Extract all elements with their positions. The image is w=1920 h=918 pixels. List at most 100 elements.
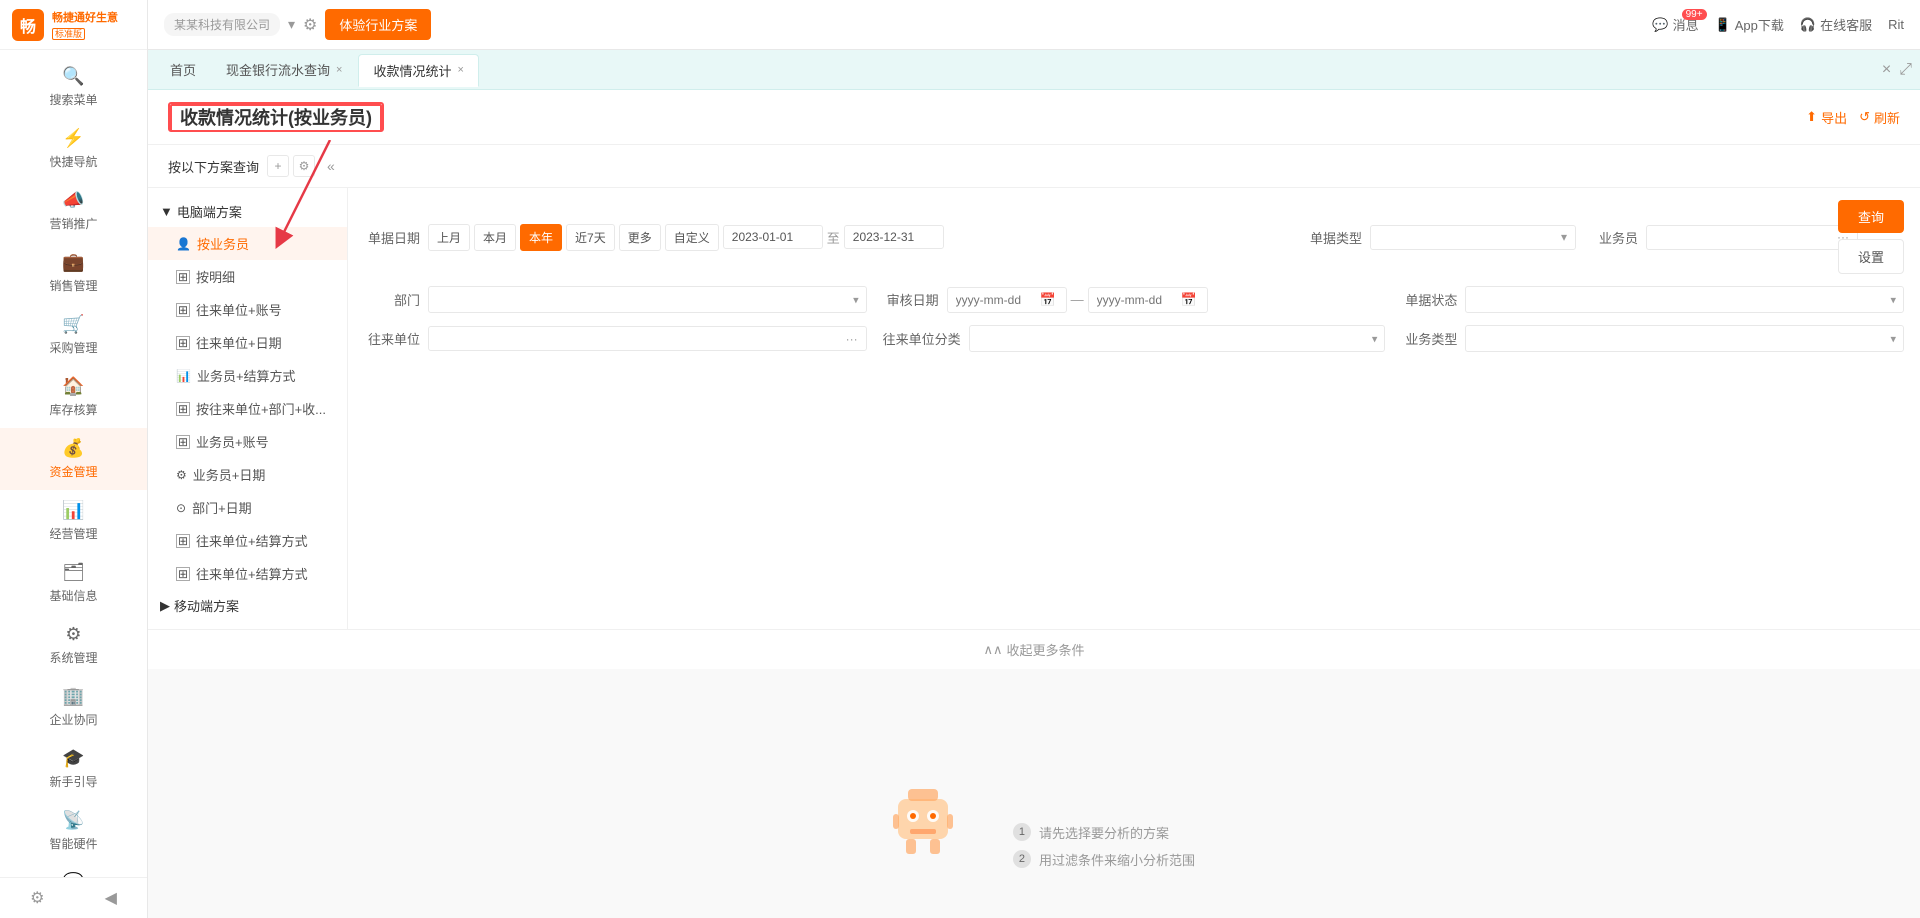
bill-type-text[interactable] [1379, 230, 1555, 245]
scheme-item-staff-settle[interactable]: 📊 业务员+结算方式 [148, 359, 347, 392]
scheme-item-staff-account[interactable]: ⊞ 业务员+账号 [148, 425, 347, 458]
bill-status-select[interactable] [1465, 286, 1904, 313]
scheme-item-partner-settle2[interactable]: ⊞ 往来单位+结算方式 [148, 557, 347, 590]
app-icon: 📱 [1715, 17, 1731, 33]
sidebar-item-corp[interactable]: 🏢 企业协同 [0, 676, 147, 738]
window-maximize-btn[interactable]: ⤢ [1899, 61, 1912, 79]
date-btn-7days[interactable]: 近7天 [566, 224, 615, 251]
date-btn-custom[interactable]: 自定义 [665, 224, 719, 251]
sidebar-item-finance[interactable]: 💰 资金管理 [0, 428, 147, 490]
marketing-icon: 📣 [62, 190, 84, 211]
bank-flow-tab-label: 现金银行流水查询 [226, 60, 330, 79]
scheme-item-by-staff[interactable]: 👤 按业务员 [148, 227, 347, 260]
scheme-item-by-detail[interactable]: ⊞ 按明细 [148, 260, 347, 293]
sidebar-item-label: 销售管理 [49, 277, 97, 294]
sidebar-item-hardware[interactable]: 📡 智能硬件 [0, 800, 147, 862]
sidebar-item-guide[interactable]: 🎓 新手引导 [0, 738, 147, 800]
collection-tab-close[interactable]: × [457, 64, 463, 76]
empty-state-container: 1 请先选择要分析的方案 2 用过滤条件来缩小分析范围 [148, 669, 1920, 918]
app-download-button[interactable]: 📱 App下载 [1715, 15, 1784, 34]
settings-button[interactable]: 设置 [1838, 239, 1904, 274]
scheme-item-dept-date[interactable]: ⊙ 部门+日期 [148, 491, 347, 524]
date-to-input[interactable] [844, 225, 944, 249]
bill-type-input[interactable]: ▾ [1370, 225, 1576, 250]
date-btn-more[interactable]: 更多 [619, 224, 661, 251]
user-icon: 👤 [176, 237, 191, 251]
bill-type-more-icon[interactable]: ▾ [1561, 230, 1567, 244]
table-icon-5: ⊞ [176, 435, 190, 449]
export-icon: ⬆ [1806, 109, 1817, 125]
window-close-btn[interactable]: × [1882, 61, 1891, 79]
sidebar-item-search[interactable]: 🔍 搜索菜单 [0, 56, 147, 118]
scheme-settings-btn[interactable]: ⚙ [293, 155, 315, 177]
service-button[interactable]: 🎧 在线客服 [1800, 15, 1872, 34]
sidebar-item-operation[interactable]: 📊 经营管理 [0, 490, 147, 552]
header-settings-icon[interactable]: ⚙ [303, 15, 317, 35]
partner-input[interactable]: ··· [428, 326, 867, 351]
audit-to-input[interactable]: 📅 [1088, 287, 1208, 313]
page-title: 收款情况统计(按业务员) [170, 104, 382, 132]
audit-to-text[interactable] [1097, 293, 1177, 307]
sidebar-item-sales[interactable]: 💼 销售管理 [0, 242, 147, 304]
scheme-item-partner-date[interactable]: ⊞ 往来单位+日期 [148, 326, 347, 359]
staff-input[interactable]: ··· [1646, 225, 1858, 250]
header-dropdown-icon[interactable]: ▾ [288, 16, 295, 33]
scheme-item-partner-account[interactable]: ⊞ 往来单位+账号 [148, 293, 347, 326]
refresh-button[interactable]: ↺ 刷新 [1859, 108, 1900, 127]
collection-tab-label: 收款情况统计 [373, 61, 451, 80]
tab-home[interactable]: 首页 [156, 54, 210, 85]
audit-date-group: 📅 — 📅 [947, 287, 1208, 313]
filter-collapse-btn[interactable]: « [327, 158, 335, 174]
bank-flow-tab-close[interactable]: × [336, 64, 342, 76]
sidebar-item-system[interactable]: ⚙ 系统管理 [0, 614, 147, 676]
tab-collection[interactable]: 收款情况统计 × [358, 54, 478, 87]
quick-nav-icon: ⚡ [62, 128, 84, 149]
biz-type-label: 业务类型 [1401, 329, 1457, 348]
scheme-item-label: 往来单位+结算方式 [196, 531, 308, 550]
scheme-item-label: 业务员+日期 [193, 465, 266, 484]
scheme-item-staff-date[interactable]: ⚙ 业务员+日期 [148, 458, 347, 491]
query-button[interactable]: 查询 [1838, 200, 1904, 233]
biz-type-select[interactable] [1465, 325, 1904, 352]
sidebar-collapse-btn[interactable]: ◀ [105, 888, 117, 908]
tab-bank-flow[interactable]: 现金银行流水查询 × [212, 54, 356, 85]
header-left: 某某科技有限公司 ▾ ⚙ 体验行业方案 [164, 9, 431, 40]
date-btn-this-year[interactable]: 本年 [520, 224, 562, 251]
staff-text[interactable] [1655, 230, 1831, 245]
sidebar-item-marketing[interactable]: 📣 营销推广 [0, 180, 147, 242]
audit-from-input[interactable]: 📅 [947, 287, 1067, 313]
breadcrumb[interactable]: 某某科技有限公司 [164, 13, 280, 36]
trial-button[interactable]: 体验行业方案 [325, 9, 431, 40]
scheme-item-partner-dept[interactable]: ⊞ 按往来单位+部门+收... [148, 392, 347, 425]
tip-text-1: 请先选择要分析的方案 [1039, 823, 1169, 842]
sidebar-settings-btn[interactable]: ⚙ [30, 888, 44, 908]
audit-from-text[interactable] [956, 293, 1036, 307]
user-button[interactable]: Rit [1888, 17, 1904, 32]
sidebar-item-quick-nav[interactable]: ⚡ 快捷导航 [0, 118, 147, 180]
partner-text[interactable] [437, 331, 840, 346]
tip-num-1: 1 [1013, 823, 1031, 841]
date-btn-last-month[interactable]: 上月 [428, 224, 470, 251]
scheme-item-label: 按明细 [196, 267, 235, 286]
scheme-group-header-desktop[interactable]: ▼ 电脑端方案 [148, 196, 347, 227]
collapse-bar[interactable]: ∧∧ 收起更多条件 [148, 629, 1920, 669]
sidebar-item-purchase[interactable]: 🛒 采购管理 [0, 304, 147, 366]
partner-more-icon[interactable]: ··· [846, 332, 858, 346]
partner-category-select[interactable] [969, 325, 1386, 352]
scheme-item-label: 往来单位+日期 [196, 333, 282, 352]
sidebar-item-inventory[interactable]: 🏠 库存核算 [0, 366, 147, 428]
filter-actions: + ⚙ [267, 155, 315, 177]
sidebar-item-wechat[interactable]: 💬 企业微信 [0, 862, 147, 877]
bill-status-field: 单据状态 [1401, 286, 1904, 313]
date-btn-this-month[interactable]: 本月 [474, 224, 516, 251]
sidebar-item-basic[interactable]: 🗂 基础信息 [0, 552, 147, 614]
empty-state-content: 1 请先选择要分析的方案 2 用过滤条件来缩小分析范围 [873, 769, 1195, 869]
search-menu-icon: 🔍 [62, 66, 84, 87]
export-button[interactable]: ⬆ 导出 [1806, 108, 1847, 127]
scheme-item-partner-settle1[interactable]: ⊞ 往来单位+结算方式 [148, 524, 347, 557]
message-button[interactable]: 💬 消息 99+ [1652, 15, 1698, 34]
add-scheme-btn[interactable]: + [267, 155, 289, 177]
date-from-input[interactable] [723, 225, 823, 249]
scheme-group-header-mobile[interactable]: ▶ 移动端方案 [148, 590, 347, 621]
dept-select[interactable] [428, 286, 867, 313]
